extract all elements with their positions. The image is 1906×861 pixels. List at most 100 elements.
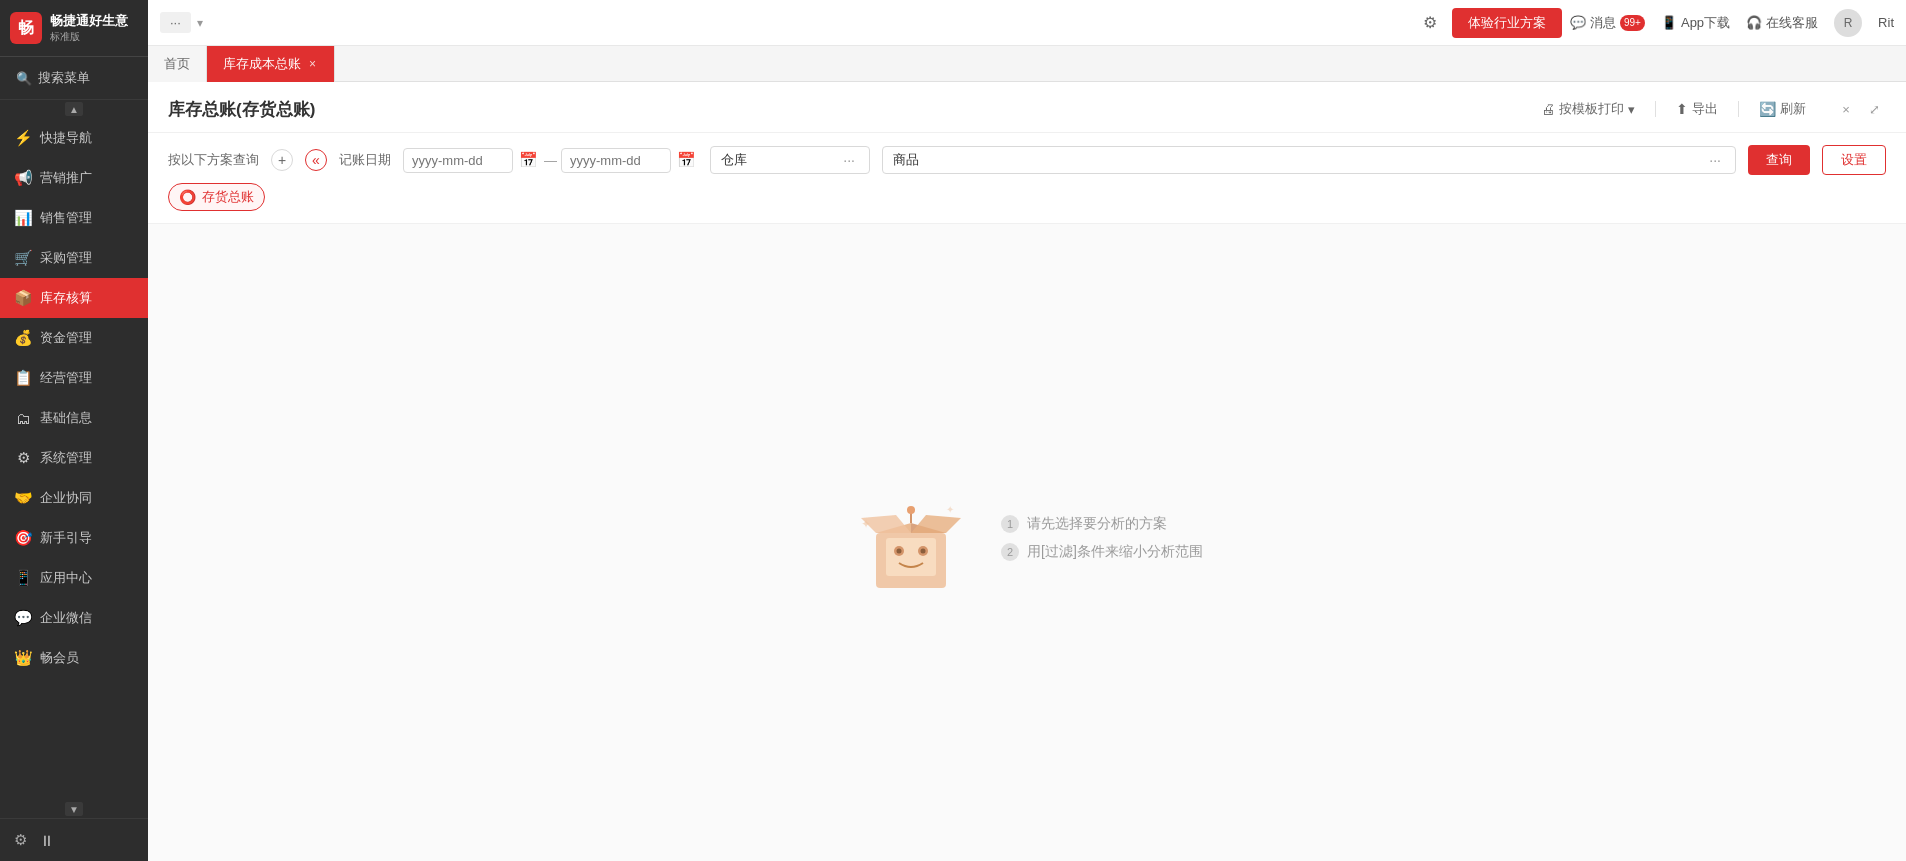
industry-solution-button[interactable]: 体验行业方案 [1452,8,1562,38]
filter-collapse-button[interactable]: « [305,149,327,171]
divider2 [1738,101,1739,117]
online-service-button[interactable]: 🎧 在线客服 [1746,14,1818,32]
breadcrumb-arrow-icon: ▾ [197,16,203,30]
sidebar-item-apps[interactable]: 📱 应用中心 [0,558,148,598]
export-icon: ⬆ [1676,101,1688,117]
tab-inventory-ledger[interactable]: 库存成本总账 × [207,46,335,82]
topbar-settings-button[interactable]: ⚙ [1416,9,1444,37]
sidebar-item-newbie[interactable]: 🎯 新手引导 [0,518,148,558]
empty-hint-2: 2 用[过滤]条件来缩小分析范围 [1001,543,1203,561]
basic-icon: 🗂 [14,410,32,427]
print-icon: 🖨 [1541,101,1555,117]
svg-text:✦: ✦ [946,504,954,515]
svg-text:✦: ✦ [861,517,871,531]
empty-state: ✦ ✦ 1 请先选择要分析的方案 2 用[过滤]条件来缩小分析范围 [148,224,1906,861]
sidebar-item-finance[interactable]: 💰 资金管理 [0,318,148,358]
app-logo: 畅 畅捷通好生意 标准版 [0,0,148,57]
refresh-button[interactable]: 🔄 刷新 [1751,96,1814,122]
date-separator: — [544,153,557,168]
search-menu-button[interactable]: 🔍 搜索菜单 [10,65,138,91]
sidebar-item-wecom[interactable]: 💬 企业微信 [0,598,148,638]
print-dropdown-icon: ▾ [1628,102,1635,117]
tab-home[interactable]: 首页 [148,46,207,82]
operation-icon: 📋 [14,369,32,387]
sidebar: 畅 畅捷通好生意 标准版 🔍 搜索菜单 ▲ ⚡ 快捷导航 📢 营销推广 📊 销售… [0,0,148,861]
scheme-selector[interactable]: ⭕ 存货总账 [168,183,265,211]
shortcut-icon: ⚡ [14,129,32,147]
sidebar-search-area[interactable]: 🔍 搜索菜单 [0,57,148,100]
svg-point-8 [897,548,902,553]
member-icon: 👑 [14,649,32,667]
sidebar-scroll-down[interactable]: ▼ [0,800,148,818]
svg-marker-4 [911,515,961,533]
page-title: 库存总账(存货总账) [168,98,315,121]
sidebar-nav: ⚡ 快捷导航 📢 营销推广 📊 销售管理 🛒 采购管理 📦 库存核算 💰 资金管… [0,118,148,800]
messages-badge: 99+ [1620,15,1645,31]
sidebar-item-system[interactable]: ⚙ 系统管理 [0,438,148,478]
apps-icon: 📱 [14,569,32,587]
page-header-actions: 🖨 按模板打印 ▾ ⬆ 导出 🔄 刷新 × ⤢ [1533,96,1886,122]
breadcrumb-item[interactable]: ··· [160,12,191,33]
sidebar-scroll-up[interactable]: ▲ [0,100,148,118]
warehouse-selector[interactable]: 仓库 ··· [710,146,870,174]
headset-icon: 🎧 [1746,15,1762,30]
messages-icon: 💬 [1570,15,1586,30]
date-range-input: 📅 — 📅 [403,148,698,173]
filter-bar: 按以下方案查询 + « 记账日期 📅 — 📅 仓库 ··· [148,133,1906,224]
inventory-icon: 📦 [14,289,32,307]
sidebar-item-inventory[interactable]: 📦 库存核算 [0,278,148,318]
user-name[interactable]: Rit [1878,15,1894,30]
app-download-button[interactable]: 📱 App下载 [1661,14,1730,32]
sidebar-item-sales[interactable]: 📊 销售管理 [0,198,148,238]
filter-row: 按以下方案查询 + « 记账日期 📅 — 📅 仓库 ··· [168,145,1886,175]
topbar: ··· ▾ ⚙ 体验行业方案 💬 消息 99+ 📱 App下载 🎧 在线客服 R… [148,0,1906,46]
finance-icon: 💰 [14,329,32,347]
right-panel-controls: × ⤢ [1834,97,1886,121]
topbar-right-actions: 💬 消息 99+ 📱 App下载 🎧 在线客服 R Rit [1570,9,1894,37]
export-button[interactable]: ⬆ 导出 [1668,96,1726,122]
calendar-end-icon[interactable]: 📅 [675,149,698,171]
scheme-row: ⭕ 存货总账 [168,175,1886,211]
date-start-input[interactable] [403,148,513,173]
breadcrumb: ··· ▾ [160,12,1408,33]
expand-panel-button[interactable]: ⤢ [1862,97,1886,121]
logo-text: 畅捷通好生意 标准版 [50,13,128,43]
product-selector[interactable]: 商品 ··· [882,146,1736,174]
product-more-icon[interactable]: ··· [1705,152,1725,168]
settings-footer-button[interactable]: ⚙ [14,831,27,849]
enterprise-icon: 🤝 [14,489,32,507]
filter-settings-button[interactable]: 设置 [1822,145,1886,175]
sidebar-item-member[interactable]: 👑 畅会员 [0,638,148,678]
calendar-start-icon[interactable]: 📅 [517,149,540,171]
divider [1655,101,1656,117]
query-button[interactable]: 查询 [1748,145,1810,175]
page-content: 库存总账(存货总账) 🖨 按模板打印 ▾ ⬆ 导出 🔄 刷新 [148,82,1906,861]
print-button[interactable]: 🖨 按模板打印 ▾ [1533,96,1643,122]
messages-button[interactable]: 💬 消息 99+ [1570,14,1645,32]
svg-point-11 [907,506,915,514]
marketing-icon: 📢 [14,169,32,187]
sound-footer-button[interactable]: ⏸ [39,832,54,849]
newbie-icon: 🎯 [14,529,32,547]
logo-icon: 畅 [10,12,42,44]
svg-rect-5 [886,538,936,576]
sidebar-item-enterprise[interactable]: 🤝 企业协同 [0,478,148,518]
filter-add-button[interactable]: + [271,149,293,171]
date-end-input[interactable] [561,148,671,173]
close-panel-button[interactable]: × [1834,97,1858,121]
svg-point-9 [921,548,926,553]
warehouse-more-icon[interactable]: ··· [839,152,859,168]
system-icon: ⚙ [14,449,32,467]
sidebar-item-operation[interactable]: 📋 经营管理 [0,358,148,398]
avatar[interactable]: R [1834,9,1862,37]
tab-close-button[interactable]: × [307,57,318,71]
tabbar: 首页 库存成本总账 × [148,46,1906,82]
search-icon: 🔍 [16,71,32,86]
main-content: ··· ▾ ⚙ 体验行业方案 💬 消息 99+ 📱 App下载 🎧 在线客服 R… [148,0,1906,861]
sidebar-item-shortcut[interactable]: ⚡ 快捷导航 [0,118,148,158]
date-field-label: 记账日期 [339,151,391,169]
sidebar-item-basic[interactable]: 🗂 基础信息 [0,398,148,438]
sidebar-item-marketing[interactable]: 📢 营销推广 [0,158,148,198]
sidebar-item-purchase[interactable]: 🛒 采购管理 [0,238,148,278]
empty-illustration: ✦ ✦ [851,483,971,603]
